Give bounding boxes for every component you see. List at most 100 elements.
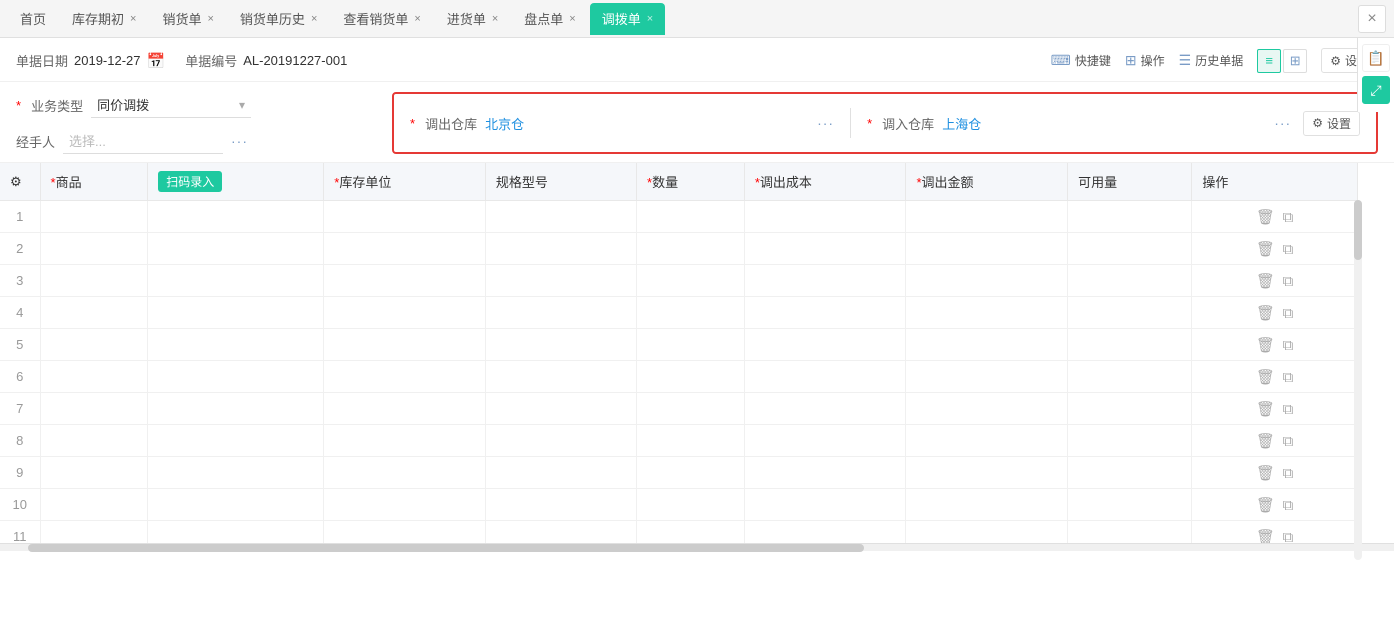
row-spec-8[interactable]: [485, 425, 636, 457]
row-cost-11[interactable]: [744, 521, 906, 544]
row-quantity-1[interactable]: [637, 201, 745, 233]
row-quantity-6[interactable]: [637, 361, 745, 393]
row-delete-6[interactable]: 🗑: [1256, 369, 1275, 386]
row-spec-2[interactable]: [485, 233, 636, 265]
row-delete-3[interactable]: 🗑: [1256, 273, 1275, 290]
row-delete-11[interactable]: 🗑: [1256, 529, 1275, 544]
tab-sales-history[interactable]: 销货单历史 ×: [228, 3, 329, 35]
row-amount-6[interactable]: [906, 361, 1068, 393]
handler-select[interactable]: 选择...: [63, 128, 223, 154]
row-product-2[interactable]: [40, 233, 148, 265]
vertical-scrollbar-thumb[interactable]: [1354, 200, 1362, 260]
row-copy-6[interactable]: ⧉: [1283, 369, 1294, 386]
row-copy-9[interactable]: ⧉: [1283, 465, 1294, 482]
row-product-6[interactable]: [40, 361, 148, 393]
row-product-7[interactable]: [40, 393, 148, 425]
row-copy-4[interactable]: ⧉: [1283, 305, 1294, 322]
row-copy-3[interactable]: ⧉: [1283, 273, 1294, 290]
row-amount-7[interactable]: [906, 393, 1068, 425]
row-cost-9[interactable]: [744, 457, 906, 489]
row-spec-5[interactable]: [485, 329, 636, 361]
row-amount-3[interactable]: [906, 265, 1068, 297]
row-copy-10[interactable]: ⧉: [1283, 497, 1294, 514]
row-quantity-2[interactable]: [637, 233, 745, 265]
row-product-4[interactable]: [40, 297, 148, 329]
handler-more[interactable]: ···: [231, 133, 248, 149]
row-unit-5[interactable]: [324, 329, 486, 361]
bottom-scrollbar-thumb[interactable]: [28, 544, 864, 552]
tab-stock-check-close[interactable]: ×: [569, 13, 575, 25]
tab-stock-check[interactable]: 盘点单 ×: [512, 3, 587, 35]
row-product-8[interactable]: [40, 425, 148, 457]
row-product-5[interactable]: [40, 329, 148, 361]
row-cost-3[interactable]: [744, 265, 906, 297]
tab-transfer-order[interactable]: 调拨单 ×: [590, 3, 665, 35]
row-spec-3[interactable]: [485, 265, 636, 297]
tab-sales-order-close[interactable]: ×: [207, 13, 213, 25]
tab-home[interactable]: 首页: [8, 3, 58, 35]
row-spec-6[interactable]: [485, 361, 636, 393]
shortcut-button[interactable]: ⌨ 快捷键: [1051, 52, 1111, 69]
tab-purchase-order[interactable]: 进货单 ×: [435, 3, 510, 35]
row-delete-5[interactable]: 🗑: [1256, 337, 1275, 354]
row-cost-2[interactable]: [744, 233, 906, 265]
row-unit-3[interactable]: [324, 265, 486, 297]
row-unit-10[interactable]: [324, 489, 486, 521]
row-amount-10[interactable]: [906, 489, 1068, 521]
business-type-select[interactable]: 同价调拨 ▾: [91, 92, 251, 118]
row-copy-1[interactable]: ⧉: [1283, 209, 1294, 226]
row-delete-1[interactable]: 🗑: [1256, 209, 1275, 226]
row-copy-7[interactable]: ⧉: [1283, 401, 1294, 418]
out-warehouse-more[interactable]: ···: [817, 115, 834, 131]
row-delete-2[interactable]: 🗑: [1256, 241, 1275, 258]
row-cost-10[interactable]: [744, 489, 906, 521]
row-cost-8[interactable]: [744, 425, 906, 457]
tab-view-sales[interactable]: 查看销货单 ×: [331, 3, 432, 35]
row-amount-1[interactable]: [906, 201, 1068, 233]
row-spec-9[interactable]: [485, 457, 636, 489]
warehouse-settings-button[interactable]: ⚙ 设置: [1303, 111, 1360, 136]
row-delete-4[interactable]: 🗑: [1256, 305, 1275, 322]
tab-inventory-init-close[interactable]: ×: [130, 13, 136, 25]
row-quantity-5[interactable]: [637, 329, 745, 361]
row-cost-5[interactable]: [744, 329, 906, 361]
bottom-scrollbar[interactable]: [0, 543, 1394, 551]
layout-toggle-list[interactable]: ≡: [1257, 49, 1281, 73]
row-cost-1[interactable]: [744, 201, 906, 233]
row-unit-7[interactable]: [324, 393, 486, 425]
row-amount-11[interactable]: [906, 521, 1068, 544]
tab-transfer-order-close[interactable]: ×: [647, 13, 653, 25]
row-copy-5[interactable]: ⧉: [1283, 337, 1294, 354]
row-spec-11[interactable]: [485, 521, 636, 544]
row-amount-5[interactable]: [906, 329, 1068, 361]
row-spec-1[interactable]: [485, 201, 636, 233]
expand-button[interactable]: ⤢: [1362, 76, 1390, 104]
history-button[interactable]: ☰ 历史单据: [1179, 52, 1244, 69]
row-cost-6[interactable]: [744, 361, 906, 393]
scan-button[interactable]: 扫码录入: [158, 171, 222, 192]
row-unit-9[interactable]: [324, 457, 486, 489]
row-product-3[interactable]: [40, 265, 148, 297]
row-amount-2[interactable]: [906, 233, 1068, 265]
row-spec-4[interactable]: [485, 297, 636, 329]
row-delete-10[interactable]: 🗑: [1256, 497, 1275, 514]
tab-sales-order[interactable]: 销货单 ×: [150, 3, 225, 35]
row-amount-8[interactable]: [906, 425, 1068, 457]
row-cost-4[interactable]: [744, 297, 906, 329]
row-quantity-7[interactable]: [637, 393, 745, 425]
row-unit-1[interactable]: [324, 201, 486, 233]
in-warehouse-more[interactable]: ···: [1274, 115, 1291, 131]
row-unit-2[interactable]: [324, 233, 486, 265]
row-unit-8[interactable]: [324, 425, 486, 457]
tab-bar-close-button[interactable]: ×: [1358, 5, 1386, 33]
row-quantity-3[interactable]: [637, 265, 745, 297]
row-product-11[interactable]: [40, 521, 148, 544]
row-quantity-10[interactable]: [637, 489, 745, 521]
row-quantity-9[interactable]: [637, 457, 745, 489]
layout-toggle-grid[interactable]: ⊞: [1283, 49, 1307, 73]
tab-inventory-init[interactable]: 库存期初 ×: [60, 3, 148, 35]
tab-sales-history-close[interactable]: ×: [311, 13, 317, 25]
gear-icon[interactable]: ⚙: [10, 174, 22, 189]
row-unit-11[interactable]: [324, 521, 486, 544]
notes-button[interactable]: 📋: [1362, 44, 1390, 72]
